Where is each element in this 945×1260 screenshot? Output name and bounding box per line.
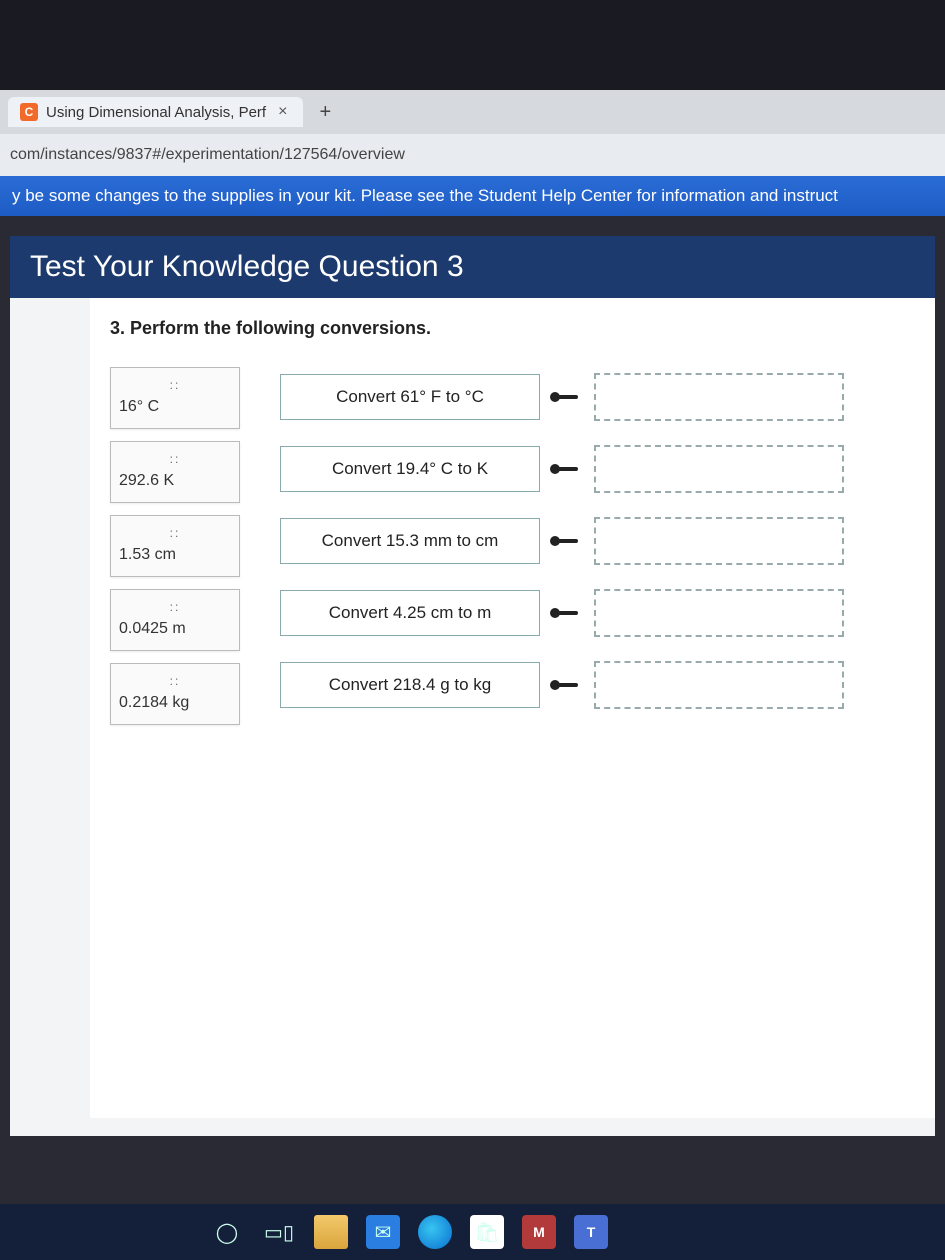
conversion-row: Convert 19.4° C to K — [280, 445, 915, 493]
answer-value: 0.2184 kg — [119, 694, 189, 712]
drop-target[interactable] — [594, 373, 844, 421]
conversion-row: Convert 15.3 mm to cm — [280, 517, 915, 565]
question-body: 3. Perform the following conversions. ::… — [90, 298, 935, 1118]
drag-handle-icon: :: — [170, 600, 181, 614]
close-tab-icon[interactable]: × — [274, 103, 291, 121]
answer-value: 1.53 cm — [119, 546, 176, 564]
windows-taskbar: ◯ ▭▯ ✉ 🛍 M T — [0, 1204, 945, 1260]
answer-chip[interactable]: :: 0.0425 m — [110, 589, 240, 651]
drop-target[interactable] — [594, 445, 844, 493]
task-view-icon[interactable]: ▭▯ — [262, 1215, 296, 1249]
drop-target[interactable] — [594, 517, 844, 565]
drag-handle-icon: :: — [170, 526, 181, 540]
file-explorer-icon[interactable] — [314, 1215, 348, 1249]
conversion-prompt: Convert 61° F to °C — [280, 374, 540, 420]
answer-chip[interactable]: :: 0.2184 kg — [110, 663, 240, 725]
tab-title: Using Dimensional Analysis, Perf — [46, 104, 266, 121]
connector-icon — [550, 606, 584, 620]
edge-browser-icon[interactable] — [418, 1215, 452, 1249]
url-text: com/instances/9837#/experimentation/1275… — [10, 146, 405, 164]
conversion-row: Convert 4.25 cm to m — [280, 589, 915, 637]
connector-icon — [550, 678, 584, 692]
content-frame: Test Your Knowledge Question 3 3. Perfor… — [10, 236, 935, 1136]
microsoft-store-icon[interactable]: 🛍 — [470, 1215, 504, 1249]
drop-target[interactable] — [594, 589, 844, 637]
answer-value: 292.6 K — [119, 472, 174, 490]
conversion-row: Convert 61° F to °C — [280, 373, 915, 421]
drag-handle-icon: :: — [170, 452, 181, 466]
connector-icon — [550, 390, 584, 404]
address-bar[interactable]: com/instances/9837#/experimentation/1275… — [0, 134, 945, 176]
connector-icon — [550, 534, 584, 548]
conversion-prompt: Convert 218.4 g to kg — [280, 662, 540, 708]
answer-chip[interactable]: :: 16° C — [110, 367, 240, 429]
app-t-icon[interactable]: T — [574, 1215, 608, 1249]
app-m-icon[interactable]: M — [522, 1215, 556, 1249]
notice-banner: y be some changes to the supplies in you… — [0, 176, 945, 216]
browser-tab[interactable]: C Using Dimensional Analysis, Perf × — [8, 97, 303, 127]
conversion-prompt: Convert 4.25 cm to m — [280, 590, 540, 636]
conversion-prompt: Convert 19.4° C to K — [280, 446, 540, 492]
new-tab-button[interactable]: + — [311, 97, 339, 128]
conversion-prompt: Convert 15.3 mm to cm — [280, 518, 540, 564]
draggable-answers-column: :: 16° C :: 292.6 K :: 1.53 cm :: 0.0425… — [110, 367, 240, 725]
browser-chrome: C Using Dimensional Analysis, Perf × + c… — [0, 90, 945, 176]
notice-text: y be some changes to the supplies in you… — [12, 186, 838, 205]
drag-handle-icon: :: — [170, 674, 181, 688]
question-title: Test Your Knowledge Question 3 — [30, 250, 464, 283]
drag-handle-icon: :: — [170, 378, 181, 392]
answer-chip[interactable]: :: 1.53 cm — [110, 515, 240, 577]
connector-icon — [550, 462, 584, 476]
question-header: Test Your Knowledge Question 3 — [10, 236, 935, 298]
drop-target[interactable] — [594, 661, 844, 709]
tab-favicon-icon: C — [20, 103, 38, 121]
mail-icon[interactable]: ✉ — [366, 1215, 400, 1249]
question-prompt: 3. Perform the following conversions. — [110, 318, 915, 339]
answer-value: 16° C — [119, 398, 159, 416]
answer-value: 0.0425 m — [119, 620, 186, 638]
conversion-prompts-column: Convert 61° F to °C Convert 19.4° C to K… — [280, 373, 915, 725]
tab-strip: C Using Dimensional Analysis, Perf × + — [0, 90, 945, 134]
conversion-row: Convert 218.4 g to kg — [280, 661, 915, 709]
cortana-icon[interactable]: ◯ — [210, 1215, 244, 1249]
answer-chip[interactable]: :: 292.6 K — [110, 441, 240, 503]
